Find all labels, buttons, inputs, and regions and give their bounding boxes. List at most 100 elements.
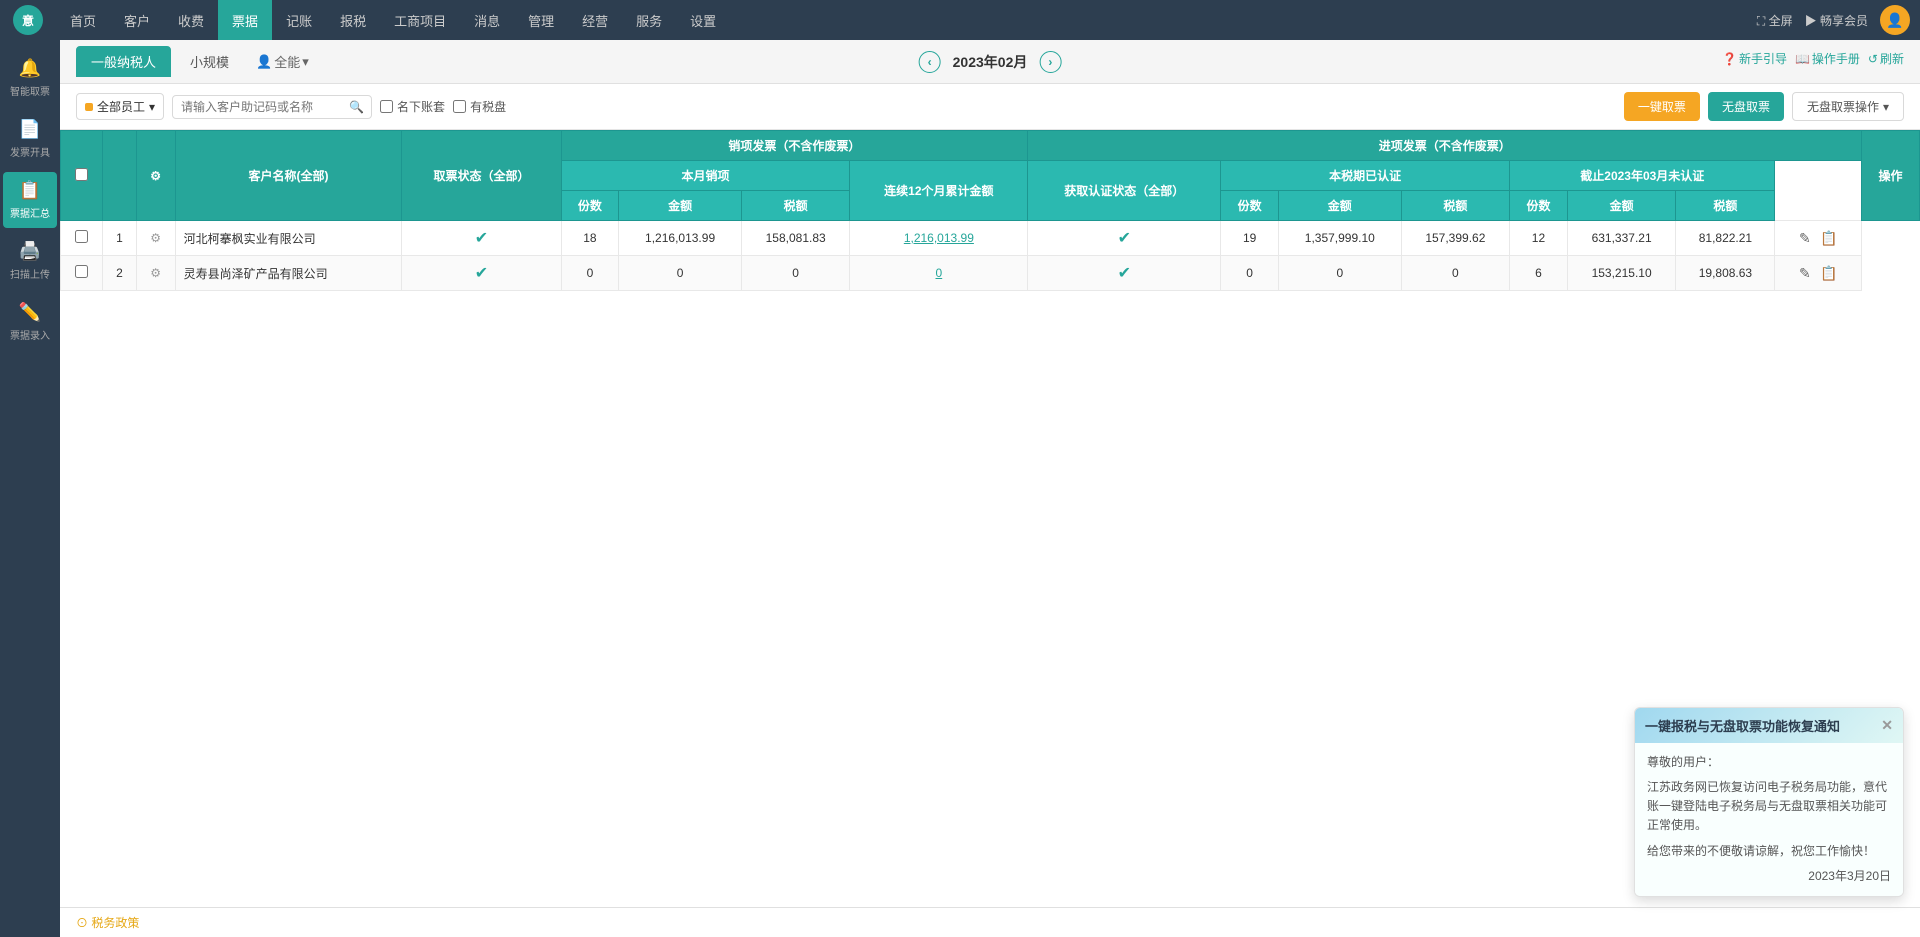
next-month-btn[interactable]: › [1039,51,1061,73]
main-tab-row: 一般纳税人 小规模 👤 全能 ▾ ‹ 2023年02月 › ❓ 新手引导 [60,40,1920,84]
sidebar-item-invoice-summary[interactable]: 📋 票据汇总 [3,172,57,228]
tax-policy-link[interactable]: ⊙ 税务政策 [76,914,139,931]
row-tax-cert: 0 [1401,256,1510,291]
nav-service[interactable]: 服务 [622,0,676,40]
sidebar-item-open-invoice[interactable]: 📄 发票开具 [3,111,57,167]
row-index: 1 [103,221,136,256]
row-amount-cert: 1,357,999.10 [1279,221,1402,256]
th-amount-cert: 金额 [1279,191,1402,221]
row-cert-status: ✔ [1028,221,1221,256]
detail-icon[interactable]: 📋 [1820,265,1837,281]
toolbar: 全部员工 ▾ 🔍 名下账套 有税盘 一键取票 无盘取票 无盘取票操作 ▾ [60,84,1920,130]
th-index [103,131,136,221]
th-tax-cert: 税额 [1401,191,1510,221]
nav-right: ⛶ 全屏 ▶ 畅享会员 👤 [1757,5,1910,35]
detail-icon[interactable]: 📋 [1820,230,1837,246]
search-input[interactable] [172,95,372,119]
row-cert-status: ✔ [1028,256,1221,291]
new-guide-btn[interactable]: ❓ 新手引导 [1722,50,1787,67]
tab-general-taxpayer[interactable]: 一般纳税人 [76,46,171,77]
no-disk-ops-btn[interactable]: 无盘取票操作 ▾ [1792,92,1904,121]
row-amount-sales: 0 [619,256,742,291]
prev-month-btn[interactable]: ‹ [919,51,941,73]
sidebar-item-smart-ticket[interactable]: 🔔 智能取票 [3,50,57,106]
row-copies-cert: 0 [1221,256,1279,291]
row-index: 2 [103,256,136,291]
current-date: 2023年02月 [953,52,1028,72]
sidebar-item-label: 智能取票 [10,83,50,98]
invoice-summary-icon: 📋 [19,180,41,201]
th-settings: ⚙ [136,131,175,221]
row-customer: 河北柯搴枫实业有限公司 [175,221,402,256]
row-tax-cert: 157,399.62 [1401,221,1510,256]
tax-checkbox[interactable] [453,100,466,113]
th-purchase-invoice-group: 进项发票（不含作废票） [1028,131,1862,161]
row-checkbox[interactable] [61,221,103,256]
fullscreen-btn[interactable]: ⛶ 全屏 [1757,12,1793,29]
row-checkbox[interactable] [61,256,103,291]
tab-actions: ❓ 新手引导 📖 操作手册 ↺ 刷新 [1722,50,1904,73]
nav-message[interactable]: 消息 [460,0,514,40]
chevron-down-icon: ▾ [302,54,309,70]
row-settings[interactable]: ⚙ [136,221,175,256]
th-amount-sales: 金额 [619,191,742,221]
search-icon[interactable]: 🔍 [349,100,364,114]
invoice-table: ⚙ 客户名称(全部) 取票状态（全部） 销项发票（不含作废票） 进项发票（不含作… [60,130,1920,291]
row-tax-uncert: 19,808.63 [1676,256,1775,291]
manual-btn[interactable]: 📖 操作手册 [1795,50,1860,67]
nav-business[interactable]: 工商项目 [380,0,460,40]
th-certified-period: 本税期已认证 [1221,161,1510,191]
th-tax-uncert: 税额 [1676,191,1775,221]
th-copies-cert: 份数 [1221,191,1279,221]
edit-icon[interactable]: ✎ [1799,265,1811,281]
row-copies-cert: 19 [1221,221,1279,256]
logo: 意 [10,2,46,38]
dot-icon [85,103,93,111]
manual-icon: 📖 [1795,52,1810,66]
notification-close-btn[interactable]: ✕ [1881,717,1893,734]
select-all-checkbox[interactable] [75,168,88,181]
no-disk-btn[interactable]: 无盘取票 [1708,92,1784,121]
sidebar-item-invoice-entry[interactable]: ✏️ 票据录入 [3,294,57,350]
svg-text:意: 意 [22,13,34,28]
one-click-btn[interactable]: 一键取票 [1624,92,1700,121]
avatar[interactable]: 👤 [1880,5,1910,35]
employee-filter[interactable]: 全部员工 ▾ [76,93,164,120]
row-settings[interactable]: ⚙ [136,256,175,291]
member-btn[interactable]: ▶ 畅享会员 [1805,12,1868,29]
nav-manage[interactable]: 管理 [514,0,568,40]
nav-settings[interactable]: 设置 [676,0,730,40]
tab-small-scale[interactable]: 小规模 [175,46,244,77]
sidebar-item-label: 票据汇总 [10,205,50,220]
sidebar-item-scan-upload[interactable]: 🖨️ 扫描上传 [3,233,57,289]
tax-disk-checkbox[interactable]: 有税盘 [453,98,506,115]
th-uncertified-deadline: 截止2023年03月未认证 [1510,161,1775,191]
main-layout: 🔔 智能取票 📄 发票开具 📋 票据汇总 🖨️ 扫描上传 ✏️ 票据录入 一般纳… [0,40,1920,937]
nav-fee[interactable]: 收费 [164,0,218,40]
notification-body1: 江苏政务网已恢复访问电子税务局功能，意代账一键登陆电子税务局与无盘取票相关功能可… [1647,778,1891,836]
nav-home[interactable]: 首页 [56,0,110,40]
notification-popup: 一键报税与无盘取票功能恢复通知 ✕ 尊敬的用户： 江苏政务网已恢复访问电子税务局… [1634,707,1904,897]
nav-accounting[interactable]: 记账 [272,0,326,40]
notification-greeting: 尊敬的用户： [1647,753,1891,772]
toolbar-right: 一键取票 无盘取票 无盘取票操作 ▾ [1624,92,1904,121]
account-filter-checkbox[interactable]: 名下账套 [380,98,445,115]
th-copies-uncert: 份数 [1510,191,1568,221]
sidebar-item-label: 扫描上传 [10,266,50,281]
search-wrap: 🔍 [172,95,372,119]
account-checkbox[interactable] [380,100,393,113]
refresh-btn[interactable]: ↺ 刷新 [1868,50,1904,67]
scan-upload-icon: 🖨️ [19,241,41,262]
table-row: 2 ⚙ 灵寿县尚泽矿产品有限公司 ✔ 0 0 0 0 ✔ 0 0 0 6 153… [61,256,1920,291]
nav-customer[interactable]: 客户 [110,0,164,40]
row-cumulative-12: 1,216,013.99 [850,221,1028,256]
ops-arrow-icon: ▾ [1883,100,1889,114]
row-amount-uncert: 631,337.21 [1567,221,1676,256]
row-copies-sales: 0 [561,256,619,291]
nav-tax[interactable]: 报税 [326,0,380,40]
nav-operation[interactable]: 经营 [568,0,622,40]
nav-invoice[interactable]: 票据 [218,0,272,40]
edit-icon[interactable]: ✎ [1799,230,1811,246]
row-amount-sales: 1,216,013.99 [619,221,742,256]
tab-all[interactable]: 👤 全能 ▾ [248,46,317,77]
